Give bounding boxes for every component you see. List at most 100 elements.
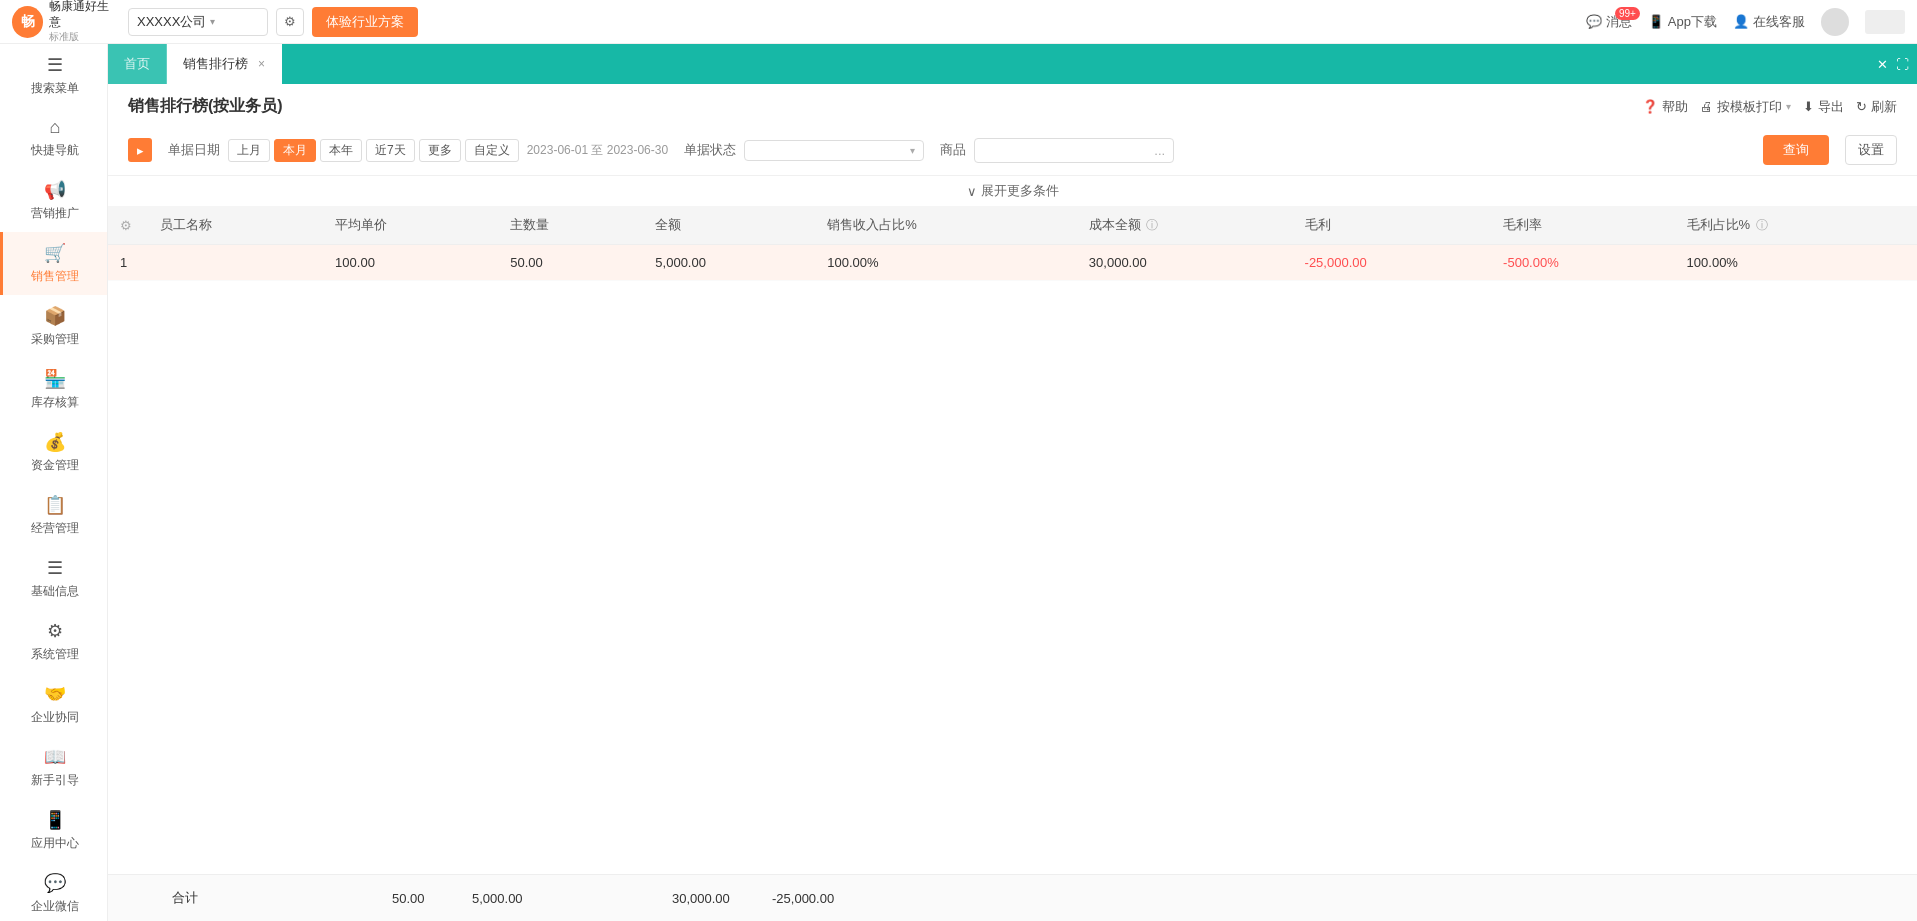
page-header: 销售排行榜(按业务员) ❓ 帮助 🖨 按模板打印 ▾ ⬇ 导出 xyxy=(108,84,1917,125)
footer-qty: 50.00 xyxy=(380,887,460,910)
user-name-placeholder xyxy=(1865,10,1905,34)
custom-btn[interactable]: 自定义 xyxy=(465,139,519,162)
col-name: 员工名称 xyxy=(148,206,323,245)
footer-sales-pct xyxy=(560,894,660,902)
footer-gross: -25,000.00 xyxy=(760,887,860,910)
gross-pct-info-icon[interactable]: ⓘ xyxy=(1756,218,1768,232)
sidebar-item-wechat[interactable]: 💬 企业微信 xyxy=(0,862,107,921)
tab-bar: 首页 销售排行榜 × ✕ ⛶ xyxy=(108,44,1917,84)
print-chevron-icon: ▾ xyxy=(1786,101,1791,112)
sidebar: ☰ 搜索菜单 ⌂ 快捷导航 📢 营销推广 🛒 销售管理 📦 采购管理 🏪 库存核… xyxy=(0,44,108,921)
avatar[interactable] xyxy=(1821,8,1849,36)
gross-rate-cell: -500.00% xyxy=(1491,245,1675,281)
last-7-days-btn[interactable]: 近7天 xyxy=(366,139,415,162)
column-settings-icon[interactable]: ⚙ xyxy=(120,218,132,233)
last-month-btn[interactable]: 上月 xyxy=(228,139,270,162)
logo: 畅 畅康通好生意 标准版 xyxy=(12,0,120,44)
app-download-button[interactable]: 📱 App下载 xyxy=(1648,13,1717,31)
top-right-actions: 💬 消息 99+ 📱 App下载 👤 在线客服 xyxy=(1586,8,1905,36)
message-button[interactable]: 💬 消息 99+ xyxy=(1586,13,1632,31)
date-filter-label: 单据日期 xyxy=(168,141,220,159)
sidebar-item-operations[interactable]: 📋 经营管理 xyxy=(0,484,107,547)
col-gross-rate: 毛利率 xyxy=(1491,206,1675,245)
cost-cell: 30,000.00 xyxy=(1077,245,1293,281)
this-year-btn[interactable]: 本年 xyxy=(320,139,362,162)
trial-button[interactable]: 体验行业方案 xyxy=(312,7,418,37)
col-gross-pct: 毛利占比% ⓘ xyxy=(1675,206,1917,245)
rank-cell: 1 xyxy=(108,245,148,281)
operations-icon: 📋 xyxy=(44,494,66,516)
company-name: XXXXX公司 xyxy=(137,13,206,31)
search-menu-icon: ☰ xyxy=(47,54,63,76)
cost-info-icon[interactable]: ⓘ xyxy=(1146,218,1158,232)
export-button[interactable]: ⬇ 导出 xyxy=(1803,98,1844,116)
amount-cell: 5,000.00 xyxy=(643,245,815,281)
home-icon: ⌂ xyxy=(50,117,61,138)
settings-button[interactable]: 设置 xyxy=(1845,135,1897,165)
app-label: App下载 xyxy=(1668,13,1717,31)
company-selector[interactable]: XXXXX公司 ▾ xyxy=(128,8,268,36)
message-icon: 💬 xyxy=(1586,14,1602,29)
goods-more-icon: ... xyxy=(1154,143,1165,158)
more-btn[interactable]: 更多 xyxy=(419,139,461,162)
expand-conditions-button[interactable]: ∨ 展开更多条件 xyxy=(967,182,1059,200)
wechat-icon: 💬 xyxy=(44,872,66,894)
sidebar-item-marketing[interactable]: 📢 营销推广 xyxy=(0,169,107,232)
footer-empty xyxy=(120,894,160,902)
footer-total-label: 合计 xyxy=(160,885,280,911)
system-icon: ⚙ xyxy=(47,620,63,642)
app-icon: 📱 xyxy=(1648,14,1664,29)
status-filter-group: 单据状态 ▾ xyxy=(684,140,924,161)
sales-pct-cell: 100.00% xyxy=(815,245,1077,281)
goods-input[interactable]: ... xyxy=(974,138,1174,163)
logo-text-block: 畅康通好生意 标准版 xyxy=(49,0,120,44)
sidebar-item-guide[interactable]: 📖 新手引导 xyxy=(0,736,107,799)
marketing-icon: 📢 xyxy=(44,179,66,201)
service-label: 在线客服 xyxy=(1753,13,1805,31)
page-content: 销售排行榜(按业务员) ❓ 帮助 🖨 按模板打印 ▾ ⬇ 导出 xyxy=(108,84,1917,921)
query-button[interactable]: 查询 xyxy=(1763,135,1829,165)
footer-cells: 合计 50.00 5,000.00 30,000.00 -25,000.00 xyxy=(120,885,1905,911)
window-maximize-icon[interactable]: ⛶ xyxy=(1896,57,1909,72)
sidebar-item-search[interactable]: ☰ 搜索菜单 xyxy=(0,44,107,107)
guide-icon: 📖 xyxy=(44,746,66,768)
table-row: 1 100.00 50.00 5,000.00 100.00% 30,000.0… xyxy=(108,245,1917,281)
name-cell xyxy=(148,245,323,281)
footer-avg-price xyxy=(280,894,380,902)
sidebar-item-apps[interactable]: 📱 应用中心 xyxy=(0,799,107,862)
window-close-icon[interactable]: ✕ xyxy=(1877,57,1888,72)
sidebar-item-purchase[interactable]: 📦 采购管理 xyxy=(0,295,107,358)
logo-title: 畅康通好生意 xyxy=(49,0,120,30)
sidebar-item-sales[interactable]: 🛒 销售管理 xyxy=(0,232,107,295)
logo-subtitle: 标准版 xyxy=(49,30,120,44)
sidebar-item-quick[interactable]: ⌂ 快捷导航 xyxy=(0,107,107,169)
filter-collapse-icon[interactable]: ▸ xyxy=(128,138,152,162)
tab-close-icon[interactable]: × xyxy=(258,57,265,71)
help-button[interactable]: ❓ 帮助 xyxy=(1642,98,1688,116)
content-area: 首页 销售排行榜 × ✕ ⛶ 销售排行榜(按业务员) ❓ 帮助 xyxy=(108,44,1917,921)
page-actions: ❓ 帮助 🖨 按模板打印 ▾ ⬇ 导出 ↻ 刷新 xyxy=(1642,98,1897,116)
status-select[interactable]: ▾ xyxy=(744,140,924,161)
print-button[interactable]: 🖨 按模板打印 ▾ xyxy=(1700,98,1791,116)
home-tab-label: 首页 xyxy=(124,55,150,73)
sidebar-item-system[interactable]: ⚙ 系统管理 xyxy=(0,610,107,673)
tab-home[interactable]: 首页 xyxy=(108,44,167,84)
expand-label: 展开更多条件 xyxy=(981,182,1059,200)
gross-pct-cell: 100.00% xyxy=(1675,245,1917,281)
table-footer: 合计 50.00 5,000.00 30,000.00 -25,000.00 xyxy=(108,874,1917,921)
this-month-btn[interactable]: 本月 xyxy=(274,139,316,162)
sidebar-item-basic[interactable]: ☰ 基础信息 xyxy=(0,547,107,610)
tab-sales-rank[interactable]: 销售排行榜 × xyxy=(167,44,282,84)
page-title: 销售排行榜(按业务员) xyxy=(128,96,283,117)
refresh-button[interactable]: ↻ 刷新 xyxy=(1856,98,1897,116)
settings-icon[interactable]: ⚙ xyxy=(276,8,304,36)
sidebar-item-collab[interactable]: 🤝 企业协同 xyxy=(0,673,107,736)
online-service-button[interactable]: 👤 在线客服 xyxy=(1733,13,1805,31)
sidebar-item-finance[interactable]: 💰 资金管理 xyxy=(0,421,107,484)
export-icon: ⬇ xyxy=(1803,99,1814,114)
date-filter-group: 单据日期 上月 本月 本年 近7天 更多 自定义 2023-06-01 至 20… xyxy=(168,139,668,162)
help-icon: ❓ xyxy=(1642,99,1658,114)
sidebar-item-inventory[interactable]: 🏪 库存核算 xyxy=(0,358,107,421)
service-icon: 👤 xyxy=(1733,14,1749,29)
date-buttons: 上月 本月 本年 近7天 更多 自定义 xyxy=(228,139,519,162)
